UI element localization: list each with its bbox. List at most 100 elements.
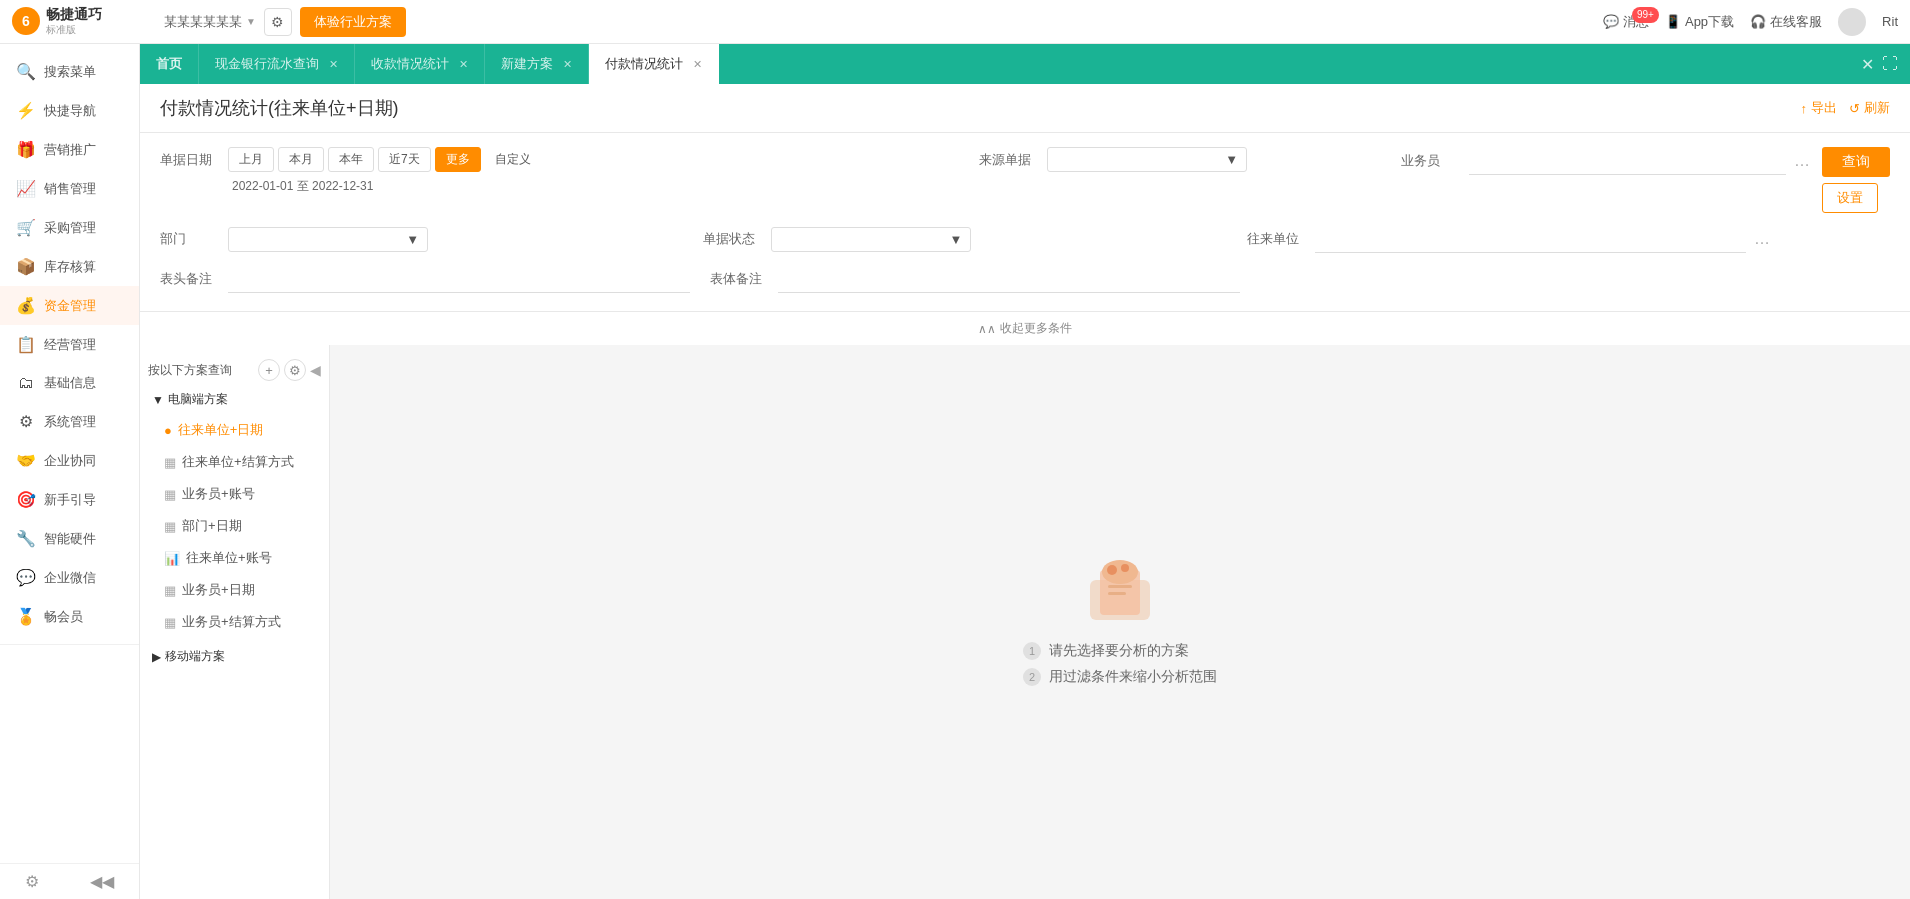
scheme-item-label-counterpart-settlement: 往来单位+结算方式 <box>182 453 294 471</box>
inventory-icon: 📦 <box>16 257 36 276</box>
scheme-item-dept-date[interactable]: ▦部门+日期 <box>140 510 329 542</box>
quick-nav-icon: ⚡ <box>16 101 36 120</box>
tab-new-scheme[interactable]: 新建方案✕ <box>485 44 589 84</box>
more-date-btn[interactable]: 更多 <box>435 147 481 172</box>
sidebar-item-fund[interactable]: 💰资金管理 <box>0 286 139 325</box>
this-month-btn[interactable]: 本月 <box>278 147 324 172</box>
dept-label: 部门 <box>160 230 228 248</box>
scheme-group-arrow-icon: ▼ <box>152 393 164 407</box>
collapse-icon: ∧∧ <box>978 322 996 336</box>
last-7days-btn[interactable]: 近7天 <box>378 147 431 172</box>
messages-button[interactable]: 💬 消息 99+ <box>1603 13 1649 31</box>
fund-icon: 💰 <box>16 296 36 315</box>
page-header: 付款情况统计(往来单位+日期) ↑ 导出 ↺ 刷新 <box>140 84 1910 133</box>
dept-select[interactable]: ▼ <box>228 227 428 252</box>
sidebar-item-hardware[interactable]: 🔧智能硬件 <box>0 519 139 558</box>
setup-button[interactable]: 设置 <box>1822 183 1878 213</box>
avatar[interactable] <box>1838 8 1866 36</box>
sidebar-label-guide: 新手引导 <box>44 491 96 509</box>
scheme-item-staff-date[interactable]: ▦业务员+日期 <box>140 574 329 606</box>
header-right: 💬 消息 99+ 📱 App下载 🎧 在线客服 Rit <box>1603 8 1898 36</box>
scheme-item-icon-staff-date: ▦ <box>164 583 176 598</box>
trial-button[interactable]: 体验行业方案 <box>300 7 406 37</box>
app-download-button[interactable]: 📱 App下载 <box>1665 13 1734 31</box>
scheme-item-counterpart-account[interactable]: 📊 往来单位+账号 <box>140 542 329 574</box>
content-area: 首页现金银行流水查询✕收款情况统计✕新建方案✕付款情况统计✕ ✕ ⛶ 付款情况统… <box>140 44 1910 899</box>
last-month-btn[interactable]: 上月 <box>228 147 274 172</box>
scheme-item-counterpart-date[interactable]: ●往来单位+日期 <box>140 414 329 446</box>
tab-bar-right: ✕ ⛶ <box>1849 44 1910 84</box>
query-button[interactable]: 查询 <box>1822 147 1890 177</box>
scheme-item-label-staff-settlement: 业务员+结算方式 <box>182 613 281 631</box>
export-icon: ↑ <box>1801 101 1808 116</box>
tab-close-payment-stat[interactable]: ✕ <box>693 58 702 71</box>
sidebar-item-inventory[interactable]: 📦 库存核算 <box>0 247 139 286</box>
scheme-item-label-counterpart-account: 往来单位+账号 <box>186 549 272 567</box>
scheme-settings-button[interactable]: ⚙ <box>284 359 306 381</box>
scheme-add-button[interactable]: + <box>258 359 280 381</box>
user-name: Rit <box>1882 14 1898 29</box>
sidebar-item-marketing[interactable]: 🎁营销推广 <box>0 130 139 169</box>
online-service-button[interactable]: 🎧 在线客服 <box>1750 13 1822 31</box>
sidebar-item-sales[interactable]: 📈销售管理 <box>0 169 139 208</box>
source-chevron-icon: ▼ <box>1225 152 1238 167</box>
logo-name: 畅捷通巧 <box>46 6 102 23</box>
sidebar-item-guide[interactable]: 🎯新手引导 <box>0 480 139 519</box>
tab-close-bank[interactable]: ✕ <box>329 58 338 71</box>
scheme-item-staff-settlement[interactable]: ▦业务员+结算方式 <box>140 606 329 638</box>
counterpart-dots-icon[interactable]: … <box>1754 230 1770 248</box>
page-content: 付款情况统计(往来单位+日期) ↑ 导出 ↺ 刷新 <box>140 84 1910 899</box>
sidebar-collapse-button[interactable]: ◀◀ <box>90 872 114 891</box>
source-select[interactable]: ▼ <box>1047 147 1247 172</box>
refresh-button[interactable]: ↺ 刷新 <box>1849 99 1890 117</box>
scheme-item-counterpart-settlement[interactable]: ▦往来单位+结算方式 <box>140 446 329 478</box>
tab-close-all-icon[interactable]: ✕ <box>1861 55 1874 74</box>
scheme-panel-collapse-button[interactable]: ◀ <box>310 362 321 378</box>
tab-receipt-stat[interactable]: 收款情况统计✕ <box>355 44 485 84</box>
tab-payment-stat[interactable]: 付款情况统计✕ <box>589 44 719 84</box>
scheme-item-staff-account[interactable]: ▦业务员+账号 <box>140 478 329 510</box>
scheme-item-icon-counterpart-date: ● <box>164 423 172 438</box>
data-area: 1 请先选择要分析的方案 2 用过滤条件来缩小分析范围 <box>330 345 1910 899</box>
collapse-more-button[interactable]: ∧∧ 收起更多条件 <box>140 312 1910 345</box>
tab-close-receipt-stat[interactable]: ✕ <box>459 58 468 71</box>
sidebar-item-basic-info[interactable]: 🗂基础信息 <box>0 364 139 402</box>
empty-illustration <box>1070 550 1170 630</box>
custom-date-btn[interactable]: 自定义 <box>485 148 541 171</box>
header-note-label: 表头备注 <box>160 270 228 288</box>
tab-home[interactable]: 首页 <box>140 44 199 84</box>
service-icon: 🎧 <box>1750 14 1766 29</box>
tab-close-new-scheme[interactable]: ✕ <box>563 58 572 71</box>
wechat-icon: 💬 <box>16 568 36 587</box>
sidebar-item-wechat[interactable]: 💬企业微信 <box>0 558 139 597</box>
sidebar-item-operation[interactable]: 📋经营管理 <box>0 325 139 364</box>
sidebar-label-hardware: 智能硬件 <box>44 530 96 548</box>
sidebar-item-enterprise[interactable]: 🤝企业协同 <box>0 441 139 480</box>
sidebar-item-member[interactable]: 🏅畅会员 <box>0 597 139 636</box>
tab-expand-icon[interactable]: ⛶ <box>1882 55 1898 73</box>
logo-sub: 标准版 <box>46 23 102 37</box>
sidebar-label-inventory: 库存核算 <box>44 258 96 276</box>
scheme-group-mobile[interactable]: ▶ 移动端方案 <box>140 642 329 671</box>
sidebar-item-system[interactable]: ⚙系统管理 <box>0 402 139 441</box>
sidebar-label-sales: 销售管理 <box>44 180 96 198</box>
sidebar-settings-button[interactable]: ⚙ <box>25 872 39 891</box>
export-button[interactable]: ↑ 导出 <box>1801 99 1838 117</box>
sidebar-label-marketing: 营销推广 <box>44 141 96 159</box>
hint-list: 1 请先选择要分析的方案 2 用过滤条件来缩小分析范围 <box>1023 642 1217 694</box>
scheme-group-pc[interactable]: ▼ 电脑端方案 <box>140 385 329 414</box>
tab-bank[interactable]: 现金银行流水查询✕ <box>199 44 355 84</box>
settings-button[interactable]: ⚙ <box>264 8 292 36</box>
staff-dots-icon[interactable]: … <box>1794 152 1810 170</box>
this-year-btn[interactable]: 本年 <box>328 147 374 172</box>
sidebar-item-quick-nav[interactable]: ⚡快捷导航 <box>0 91 139 130</box>
sidebar-item-purchase[interactable]: 🛒采购管理 <box>0 208 139 247</box>
sidebar-item-search-menu[interactable]: 🔍搜索菜单 <box>0 52 139 91</box>
scheme-group-mobile-label: 移动端方案 <box>165 648 225 665</box>
company-selector[interactable]: 某某某某某某 ▼ <box>164 13 256 31</box>
scheme-item-icon-counterpart-account: 📊 <box>164 551 180 566</box>
doc-status-select[interactable]: ▼ <box>771 227 971 252</box>
sidebar-label-operation: 经营管理 <box>44 336 96 354</box>
sidebar-label-member: 畅会员 <box>44 608 83 626</box>
doc-status-chevron-icon: ▼ <box>949 232 962 247</box>
